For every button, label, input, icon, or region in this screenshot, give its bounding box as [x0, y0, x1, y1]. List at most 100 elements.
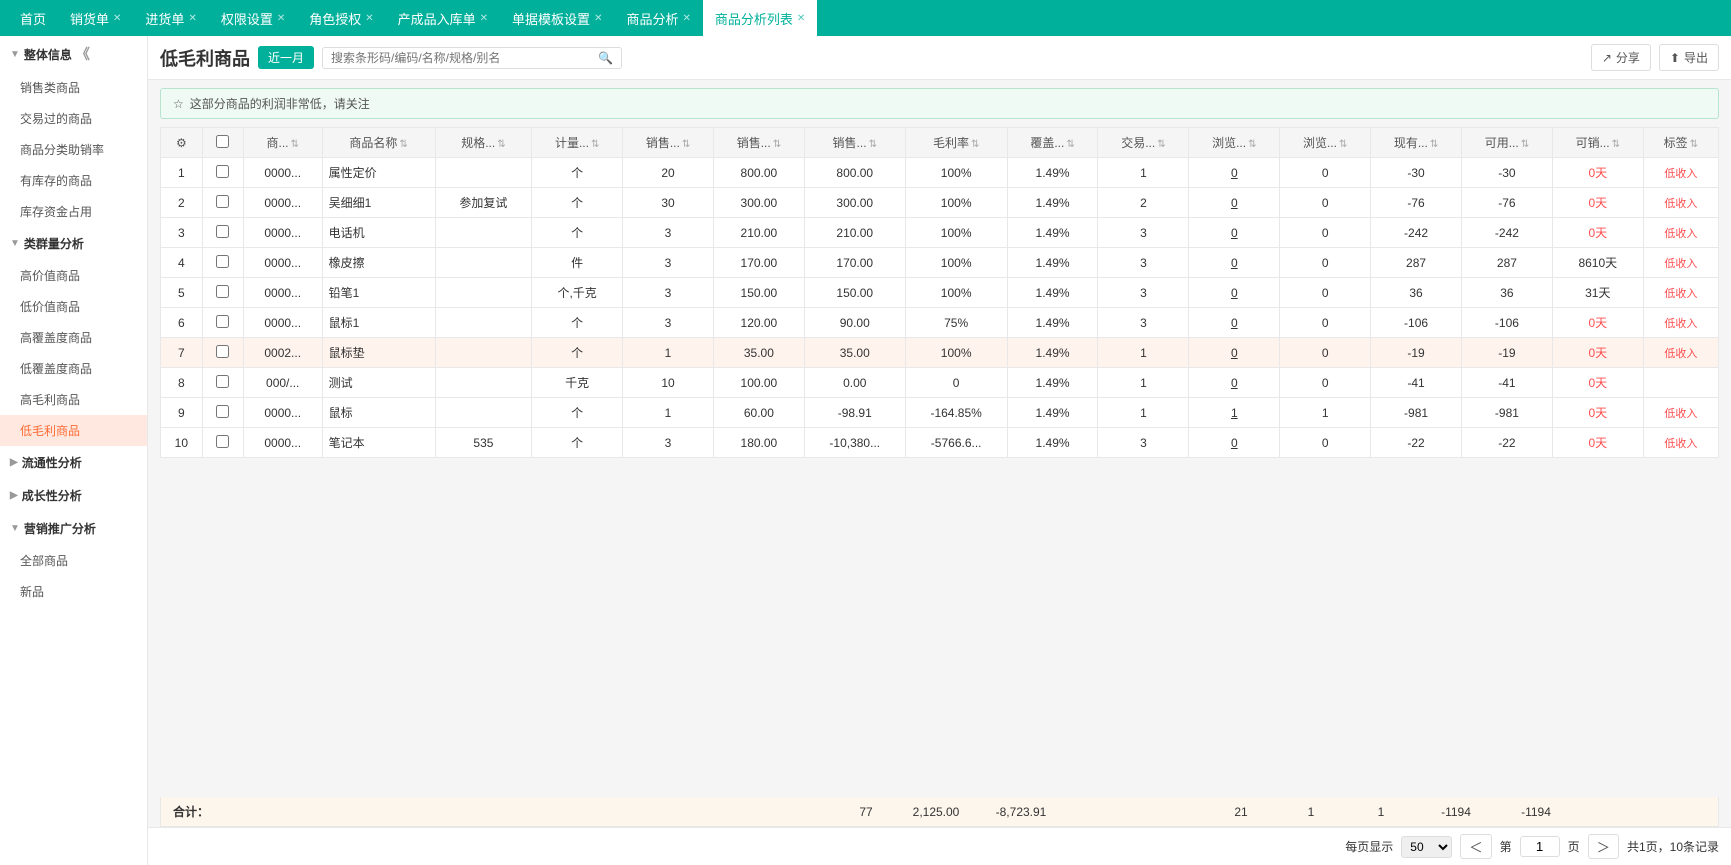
- sidebar-group-overall[interactable]: ▼整体信息 《: [0, 36, 147, 72]
- search-input[interactable]: [331, 51, 594, 65]
- th-spec[interactable]: 规格...⇅: [435, 128, 532, 158]
- sidebar-group-cluster[interactable]: ▼类群量分析: [0, 227, 147, 260]
- row-browse1[interactable]: 0: [1189, 278, 1280, 308]
- row-check[interactable]: [202, 428, 243, 458]
- next-page-btn[interactable]: ＞: [1588, 834, 1619, 859]
- nav-role[interactable]: 角色授权✕: [297, 0, 385, 36]
- th-current[interactable]: 现有...⇅: [1371, 128, 1462, 158]
- sidebar-item-low-value[interactable]: 低价值商品: [0, 291, 147, 322]
- sidebar-item-low-margin[interactable]: 低毛利商品: [0, 415, 147, 446]
- nav-purchase[interactable]: 进货单✕: [133, 0, 208, 36]
- th-gross[interactable]: 毛利率⇅: [905, 128, 1007, 158]
- row-checkbox[interactable]: [216, 315, 229, 328]
- row-check[interactable]: [202, 278, 243, 308]
- row-check[interactable]: [202, 398, 243, 428]
- close-icon[interactable]: ✕: [797, 13, 805, 24]
- nav-goods-analysis-list[interactable]: 商品分析列表✕: [703, 0, 817, 36]
- export-button[interactable]: ⬆ 导出: [1659, 44, 1719, 71]
- row-checkbox[interactable]: [216, 345, 229, 358]
- th-trade[interactable]: 交易...⇅: [1098, 128, 1189, 158]
- sidebar-item-all-goods[interactable]: 全部商品: [0, 545, 147, 576]
- row-check[interactable]: [202, 248, 243, 278]
- close-icon[interactable]: ✕: [113, 13, 121, 24]
- per-page-select[interactable]: 50 100 200: [1401, 836, 1452, 858]
- row-checkbox[interactable]: [216, 435, 229, 448]
- close-icon[interactable]: ✕: [188, 13, 196, 24]
- row-browse1[interactable]: 0: [1189, 218, 1280, 248]
- footer-v2: 2,125.00: [896, 805, 976, 819]
- row-name: 笔记本: [322, 428, 435, 458]
- sidebar-item-traded-goods[interactable]: 交易过的商品: [0, 103, 147, 134]
- th-code[interactable]: 商...⇅: [243, 128, 322, 158]
- row-check[interactable]: [202, 218, 243, 248]
- th-sales2[interactable]: 销售...⇅: [713, 128, 804, 158]
- th-avail[interactable]: 可用...⇅: [1461, 128, 1552, 158]
- row-checkbox[interactable]: [216, 375, 229, 388]
- period-button[interactable]: 近一月: [258, 46, 314, 69]
- sidebar-group-flow[interactable]: ▶流通性分析: [0, 446, 147, 479]
- row-browse1[interactable]: 0: [1189, 428, 1280, 458]
- nav-permission[interactable]: 权限设置✕: [209, 0, 297, 36]
- th-tag[interactable]: 标签⇅: [1643, 128, 1718, 158]
- row-check[interactable]: [202, 308, 243, 338]
- close-icon[interactable]: ✕: [480, 13, 488, 24]
- sidebar-item-high-value[interactable]: 高价值商品: [0, 260, 147, 291]
- row-checkbox[interactable]: [216, 165, 229, 178]
- row-browse1[interactable]: 0: [1189, 158, 1280, 188]
- sidebar-item-category-rate[interactable]: 商品分类助销率: [0, 134, 147, 165]
- row-browse1[interactable]: 0: [1189, 188, 1280, 218]
- row-browse1[interactable]: 0: [1189, 368, 1280, 398]
- th-browse2[interactable]: 浏览...⇅: [1280, 128, 1371, 158]
- nav-product-entry[interactable]: 产成品入库单✕: [386, 0, 500, 36]
- th-sales1[interactable]: 销售...⇅: [623, 128, 714, 158]
- row-unit: 个: [532, 218, 623, 248]
- sidebar-group-marketing[interactable]: ▼营销推广分析: [0, 512, 147, 545]
- nav-template[interactable]: 单据模板设置✕: [500, 0, 614, 36]
- select-all-checkbox[interactable]: [216, 135, 229, 148]
- sidebar-item-sales-goods[interactable]: 销售类商品: [0, 72, 147, 103]
- sidebar-item-new-goods[interactable]: 新品: [0, 576, 147, 607]
- row-browse1[interactable]: 1: [1189, 398, 1280, 428]
- row-checkbox[interactable]: [216, 285, 229, 298]
- th-unit[interactable]: 计量...⇅: [532, 128, 623, 158]
- sidebar-item-high-margin[interactable]: 高毛利商品: [0, 384, 147, 415]
- total-info: 共1页，10条记录: [1627, 838, 1719, 855]
- row-checkbox[interactable]: [216, 255, 229, 268]
- row-check[interactable]: [202, 188, 243, 218]
- row-check[interactable]: [202, 368, 243, 398]
- close-icon[interactable]: ✕: [365, 13, 373, 24]
- sidebar-group-growth[interactable]: ▶成长性分析: [0, 479, 147, 512]
- search-icon[interactable]: 🔍: [598, 51, 613, 65]
- th-saleable[interactable]: 可销...⇅: [1552, 128, 1643, 158]
- close-icon[interactable]: ✕: [277, 13, 285, 24]
- th-sales3[interactable]: 销售...⇅: [804, 128, 905, 158]
- th-coverage[interactable]: 覆盖...⇅: [1007, 128, 1098, 158]
- row-check[interactable]: [202, 158, 243, 188]
- sidebar-item-low-coverage[interactable]: 低覆盖度商品: [0, 353, 147, 384]
- row-browse1[interactable]: 0: [1189, 308, 1280, 338]
- row-check[interactable]: [202, 338, 243, 368]
- th-browse1[interactable]: 浏览...⇅: [1189, 128, 1280, 158]
- sidebar-item-high-coverage[interactable]: 高覆盖度商品: [0, 322, 147, 353]
- nav-sales[interactable]: 销货单✕: [58, 0, 133, 36]
- nav-home[interactable]: 首页: [8, 0, 58, 36]
- row-browse1[interactable]: 0: [1189, 248, 1280, 278]
- row-browse1[interactable]: 0: [1189, 338, 1280, 368]
- nav-goods-analysis[interactable]: 商品分析✕: [614, 0, 702, 36]
- sidebar-item-stock-capital[interactable]: 库存资金占用: [0, 196, 147, 227]
- sidebar-item-in-stock[interactable]: 有库存的商品: [0, 165, 147, 196]
- share-button[interactable]: ↗ 分享: [1591, 44, 1651, 71]
- row-checkbox[interactable]: [216, 225, 229, 238]
- close-icon[interactable]: ✕: [682, 13, 690, 24]
- row-checkbox[interactable]: [216, 405, 229, 418]
- th-name[interactable]: 商品名称⇅: [322, 128, 435, 158]
- page-input[interactable]: [1520, 836, 1560, 857]
- collapse-icon[interactable]: 《: [76, 44, 90, 64]
- row-checkbox[interactable]: [216, 195, 229, 208]
- close-icon[interactable]: ✕: [594, 13, 602, 24]
- th-settings[interactable]: ⚙: [161, 128, 203, 158]
- row-tag: 低收入: [1643, 428, 1718, 458]
- table-row: 1 0000... 属性定价 个 20 800.00 800.00 100% 1…: [161, 158, 1719, 188]
- prev-page-btn[interactable]: ＜: [1460, 834, 1491, 859]
- th-checkbox[interactable]: [202, 128, 243, 158]
